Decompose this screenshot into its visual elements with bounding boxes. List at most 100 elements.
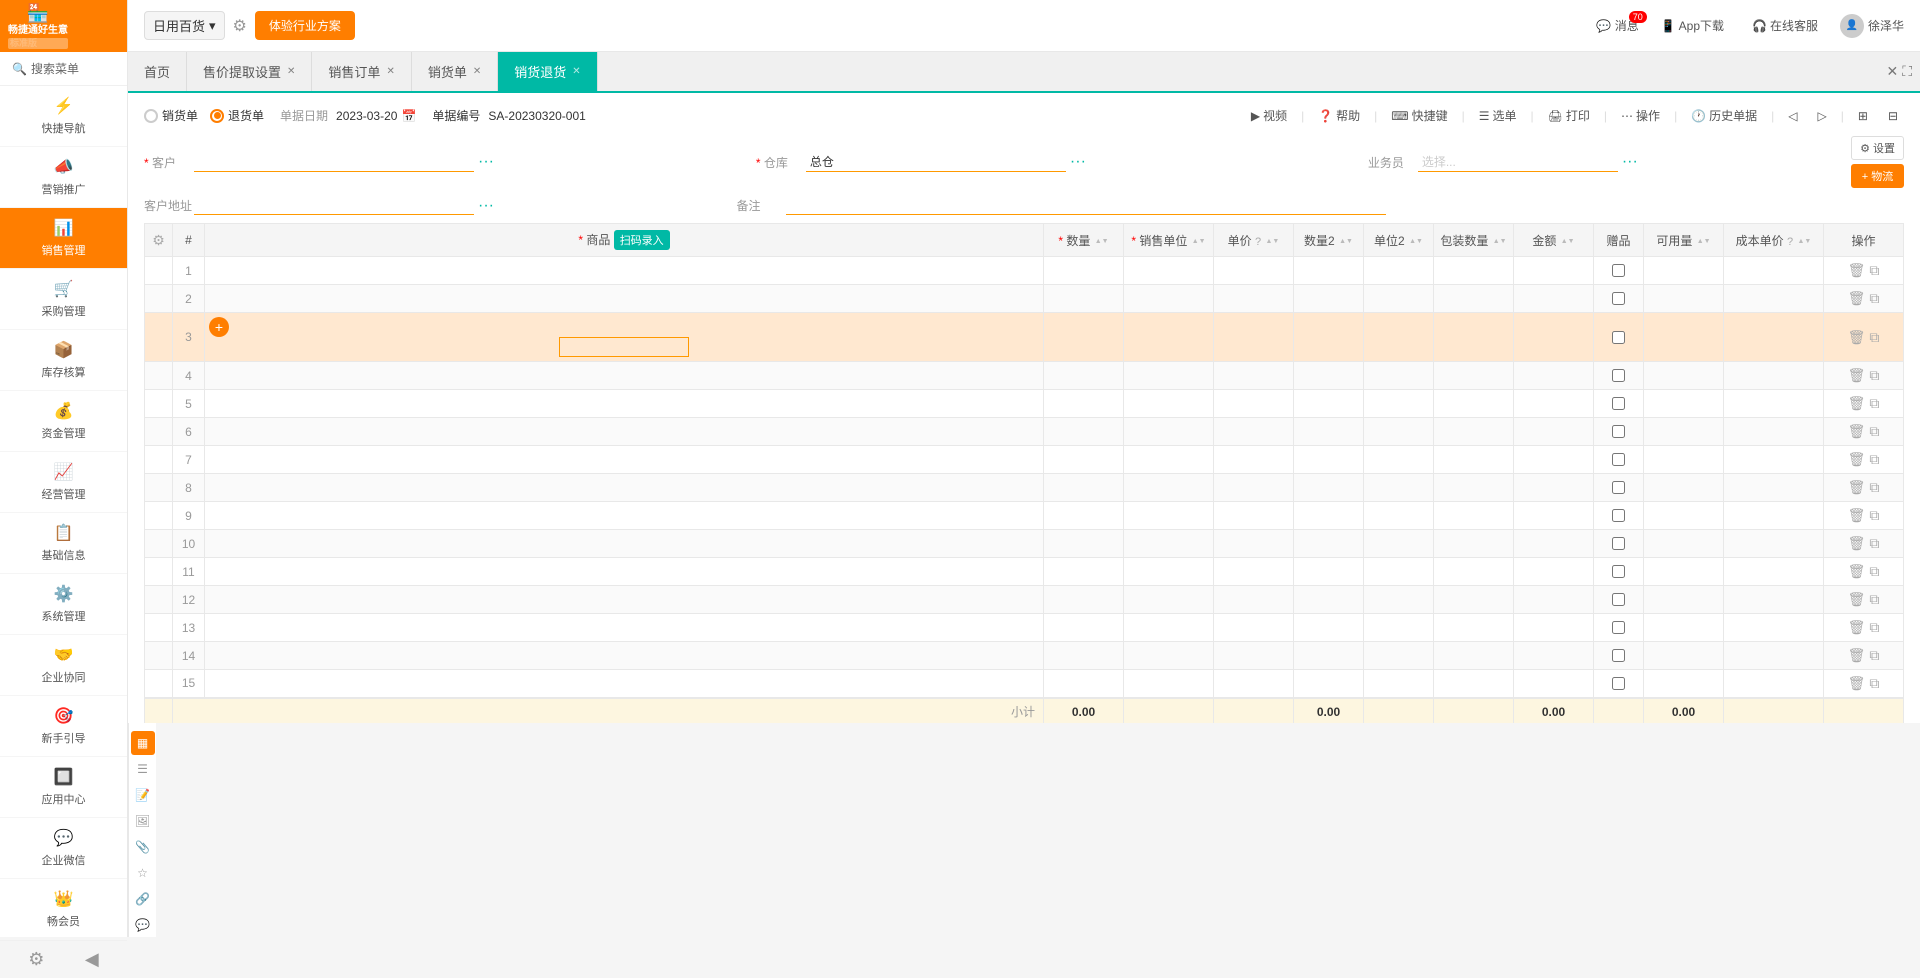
row-pack-11[interactable] bbox=[1434, 558, 1514, 586]
sidebar-item-shortcut[interactable]: ⚡ 快捷导航 bbox=[0, 86, 127, 147]
row-gift-4[interactable] bbox=[1594, 362, 1644, 390]
product-input-3[interactable] bbox=[559, 337, 689, 357]
row-delete-btn-10[interactable]: 🗑 bbox=[1848, 535, 1866, 552]
row-available-9[interactable] bbox=[1644, 502, 1724, 530]
row-delete-btn-4[interactable]: 🗑 bbox=[1848, 367, 1866, 384]
row-cost-12[interactable] bbox=[1724, 586, 1824, 614]
row-copy-btn-9[interactable]: ⧉ bbox=[1869, 507, 1879, 524]
qty-input-9[interactable] bbox=[1054, 509, 1114, 523]
row-qty2-9[interactable] bbox=[1294, 502, 1364, 530]
row-qty2-3[interactable] bbox=[1294, 313, 1364, 362]
tab-sales-order-close-icon[interactable]: ✕ bbox=[386, 66, 394, 77]
row-copy-btn-13[interactable]: ⧉ bbox=[1869, 619, 1879, 636]
salesperson-input[interactable] bbox=[1418, 153, 1618, 172]
row-copy-btn-3[interactable]: ⧉ bbox=[1869, 329, 1879, 346]
row-qty2-6[interactable] bbox=[1294, 418, 1364, 446]
sidebar-item-enterprise[interactable]: 🤝 企业协同 bbox=[0, 635, 127, 696]
row-gift-11[interactable] bbox=[1594, 558, 1644, 586]
amount-sort-icon[interactable]: ▲▼ bbox=[1561, 238, 1575, 245]
row-unit2-11[interactable] bbox=[1364, 558, 1434, 586]
video-btn[interactable]: ▶ 视频 bbox=[1245, 105, 1293, 126]
row-qty-15[interactable] bbox=[1044, 670, 1124, 698]
row-amount-14[interactable] bbox=[1514, 642, 1594, 670]
row-delete-btn-14[interactable]: 🗑 bbox=[1848, 647, 1866, 664]
row-qty2-13[interactable] bbox=[1294, 614, 1364, 642]
row-cost-5[interactable] bbox=[1724, 390, 1824, 418]
row-available-8[interactable] bbox=[1644, 474, 1724, 502]
row-product-7[interactable] bbox=[205, 446, 1044, 474]
row-pack-7[interactable] bbox=[1434, 446, 1514, 474]
row-delete-btn-7[interactable]: 🗑 bbox=[1848, 451, 1866, 468]
row-gift-5[interactable] bbox=[1594, 390, 1644, 418]
row-available-3[interactable] bbox=[1644, 313, 1724, 362]
row-gift-8[interactable] bbox=[1594, 474, 1644, 502]
row-unit-9[interactable] bbox=[1124, 502, 1214, 530]
tab-sales-order[interactable]: 销售订单 ✕ bbox=[312, 52, 411, 91]
row-unit-2[interactable] bbox=[1124, 285, 1214, 313]
row-delete-btn-8[interactable]: 🗑 bbox=[1848, 479, 1866, 496]
row-price-7[interactable] bbox=[1214, 446, 1294, 474]
qty-input-6[interactable] bbox=[1054, 425, 1114, 439]
row-unit2-14[interactable] bbox=[1364, 642, 1434, 670]
row-unit-13[interactable] bbox=[1124, 614, 1214, 642]
row-copy-btn-10[interactable]: ⧉ bbox=[1869, 535, 1879, 552]
right-sb-list-btn[interactable]: ☰ bbox=[131, 757, 155, 781]
online-service-btn[interactable]: 🎧 在线客服 bbox=[1746, 15, 1824, 36]
row-product-15[interactable] bbox=[205, 670, 1044, 698]
row-product-4[interactable] bbox=[205, 362, 1044, 390]
row-price-12[interactable] bbox=[1214, 586, 1294, 614]
row-qty-14[interactable] bbox=[1044, 642, 1124, 670]
row-unit-8[interactable] bbox=[1124, 474, 1214, 502]
row-gift-9[interactable] bbox=[1594, 502, 1644, 530]
tab-sales-return-close-icon[interactable]: ✕ bbox=[572, 66, 580, 77]
row-available-6[interactable] bbox=[1644, 418, 1724, 446]
nav-prev-btn[interactable]: ◁ bbox=[1782, 107, 1803, 125]
right-sb-chat-btn[interactable]: 💬 bbox=[131, 913, 155, 937]
row-delete-btn-1[interactable]: 🗑 bbox=[1848, 262, 1866, 279]
row-qty-9[interactable] bbox=[1044, 502, 1124, 530]
row-available-11[interactable] bbox=[1644, 558, 1724, 586]
sidebar-item-marketing[interactable]: 📣 营销推广 bbox=[0, 147, 127, 208]
row-price-11[interactable] bbox=[1214, 558, 1294, 586]
row-unit-1[interactable] bbox=[1124, 257, 1214, 285]
view-list-btn[interactable]: ⊟ bbox=[1882, 107, 1904, 125]
gift-checkbox-1[interactable] bbox=[1598, 264, 1639, 277]
row-amount-6[interactable] bbox=[1514, 418, 1594, 446]
row-unit-3[interactable] bbox=[1124, 313, 1214, 362]
row-available-15[interactable] bbox=[1644, 670, 1724, 698]
message-btn[interactable]: 💬 消息 70 bbox=[1596, 17, 1638, 34]
scan-btn[interactable]: 扫码录入 bbox=[614, 230, 670, 250]
sidebar-item-inventory[interactable]: 📦 库存核算 bbox=[0, 330, 127, 391]
row-delete-btn-6[interactable]: 🗑 bbox=[1848, 423, 1866, 440]
row-available-12[interactable] bbox=[1644, 586, 1724, 614]
right-sb-link-btn[interactable]: 🔗 bbox=[131, 887, 155, 911]
row-qty2-11[interactable] bbox=[1294, 558, 1364, 586]
row-price-10[interactable] bbox=[1214, 530, 1294, 558]
row-gift-14[interactable] bbox=[1594, 642, 1644, 670]
tab-price-settings[interactable]: 售价提取设置 ✕ bbox=[187, 52, 312, 91]
sidebar-item-apps[interactable]: 🔲 应用中心 bbox=[0, 757, 127, 818]
row-qty-13[interactable] bbox=[1044, 614, 1124, 642]
row-amount-9[interactable] bbox=[1514, 502, 1594, 530]
row-amount-1[interactable] bbox=[1514, 257, 1594, 285]
row-gift-12[interactable] bbox=[1594, 586, 1644, 614]
gift-checkbox-3[interactable] bbox=[1598, 331, 1639, 344]
sidebar-item-operation[interactable]: 📈 经营管理 bbox=[0, 452, 127, 513]
sidebar-item-wechat[interactable]: 💬 企业微信 bbox=[0, 818, 127, 879]
row-pack-13[interactable] bbox=[1434, 614, 1514, 642]
row-qty-12[interactable] bbox=[1044, 586, 1124, 614]
row-unit2-15[interactable] bbox=[1364, 670, 1434, 698]
row-price-8[interactable] bbox=[1214, 474, 1294, 502]
tab-sales-delivery[interactable]: 销货单 ✕ bbox=[412, 52, 498, 91]
row-unit-4[interactable] bbox=[1124, 362, 1214, 390]
row-qty-10[interactable] bbox=[1044, 530, 1124, 558]
row-qty2-5[interactable] bbox=[1294, 390, 1364, 418]
row-unit-14[interactable] bbox=[1124, 642, 1214, 670]
tab-expand-btn[interactable]: ⛶ bbox=[1902, 63, 1912, 80]
experience-btn[interactable]: 体验行业方案 bbox=[255, 11, 355, 40]
calendar-icon[interactable]: 📅 bbox=[401, 109, 416, 123]
row-qty-2[interactable] bbox=[1044, 285, 1124, 313]
customer-input[interactable] bbox=[194, 153, 474, 172]
row-qty2-10[interactable] bbox=[1294, 530, 1364, 558]
shortcut-btn[interactable]: ⌨ 快捷键 bbox=[1385, 105, 1453, 126]
